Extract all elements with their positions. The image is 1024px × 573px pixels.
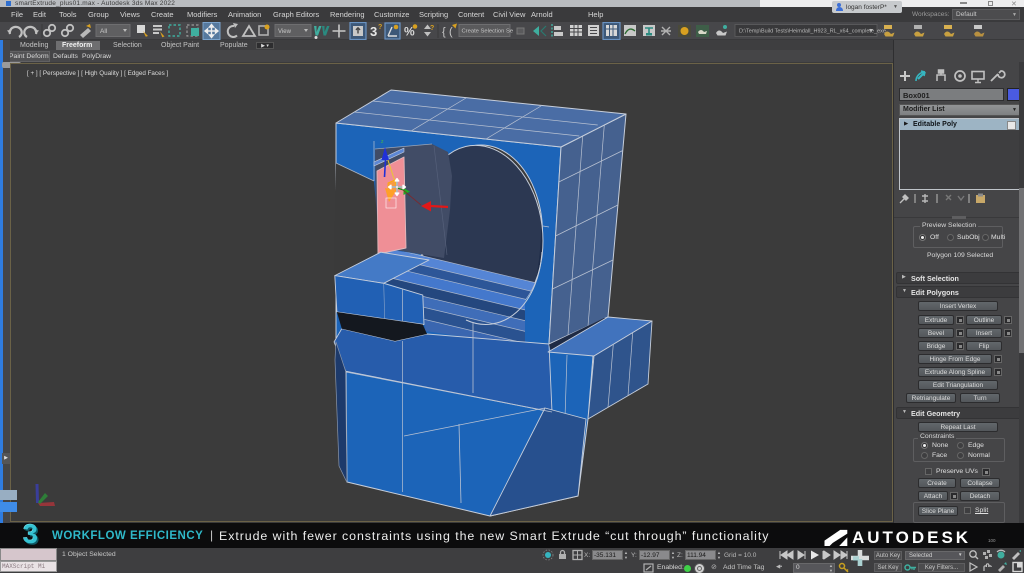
svg-text:?: ? [430,25,434,32]
svg-text:(: ( [449,26,453,38]
svg-text:D:\Temp\Build Tests\Heimdall_H: D:\Temp\Build Tests\Heimdall_H923_RL_x64… [739,29,886,35]
svg-text:3: 3 [370,24,377,39]
svg-text:?: ? [378,24,382,31]
svg-text:Create Selection Se: Create Selection Se [462,29,514,35]
svg-text:All: All [100,28,108,35]
svg-text:View: View [278,29,292,35]
svg-text:{: { [442,26,446,38]
